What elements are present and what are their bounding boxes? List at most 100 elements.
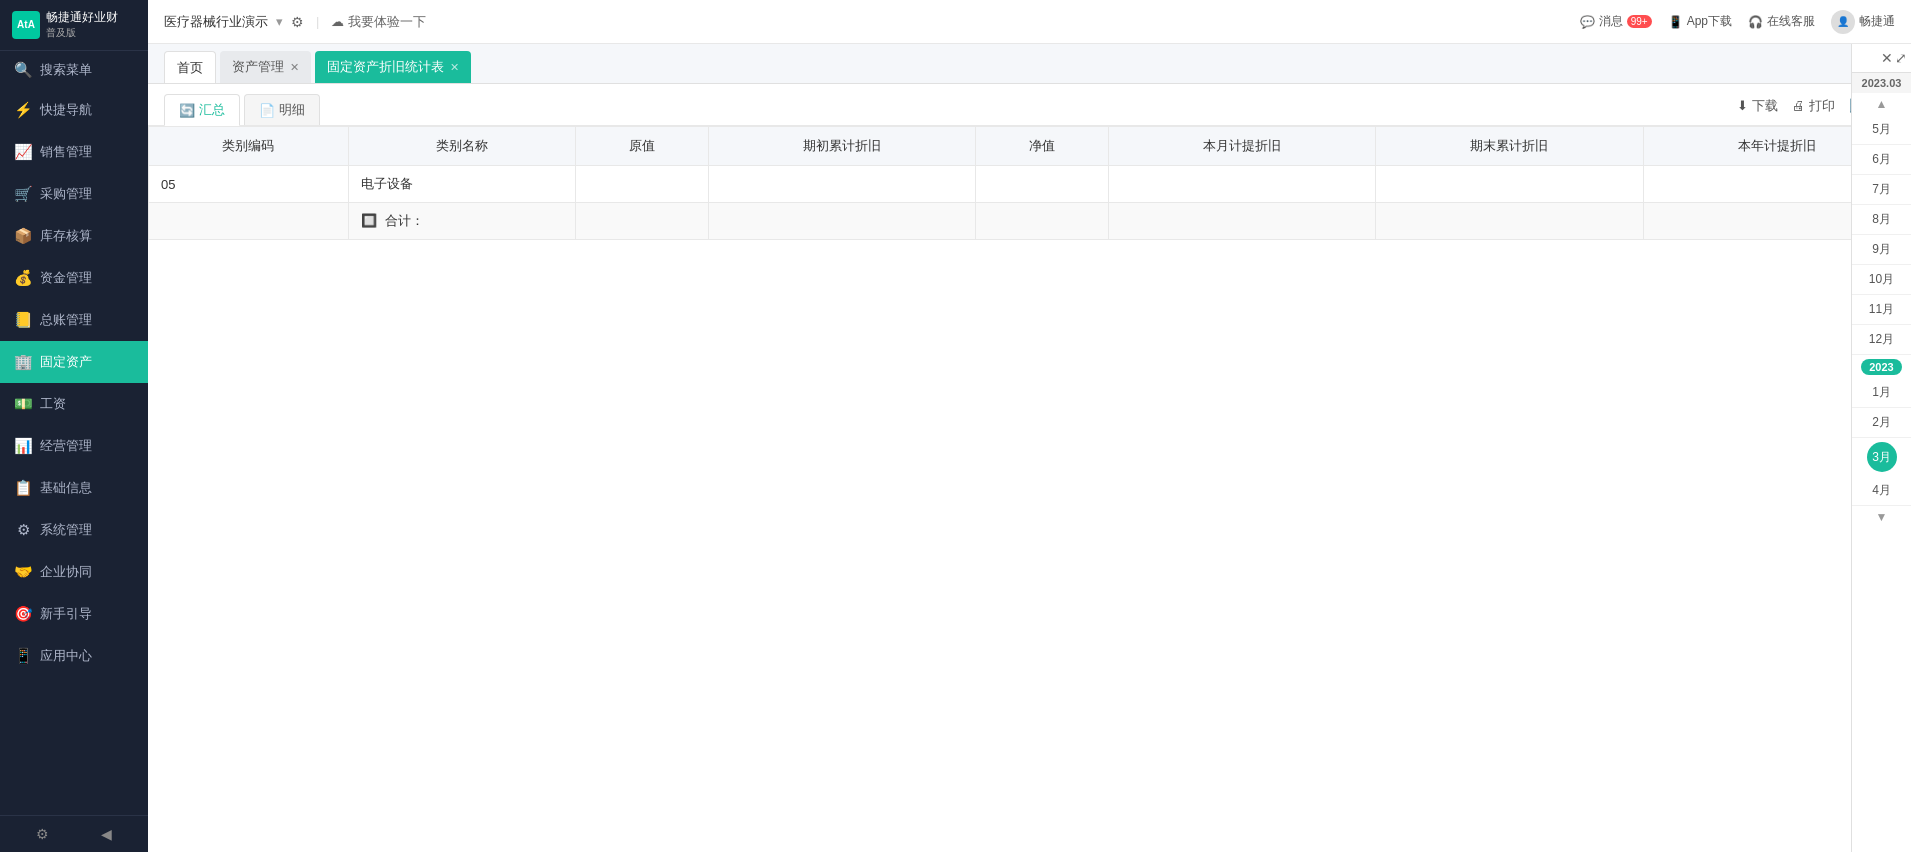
total-empty — [149, 203, 349, 240]
sidebar-item-search[interactable]: 🔍 搜索菜单 — [0, 51, 148, 89]
sidebar-item-label: 应用中心 — [40, 647, 92, 665]
sub-tab-summary[interactable]: 🔄 汇总 — [164, 94, 240, 126]
sidebar-item-guide[interactable]: 🎯 新手引导 — [0, 593, 148, 635]
tab-asset-mgmt-label: 资产管理 — [232, 58, 284, 76]
sub-tab-detail[interactable]: 📄 明细 — [244, 94, 320, 125]
sidebar-item-finance[interactable]: 💰 资金管理 — [0, 257, 148, 299]
company-dropdown-icon[interactable]: ▾ — [276, 14, 283, 29]
date-month-5[interactable]: 5月 — [1852, 115, 1911, 145]
tab-depreciation-close[interactable]: ✕ — [450, 61, 459, 74]
tab-home[interactable]: 首页 — [164, 51, 216, 83]
sidebar-item-ledger[interactable]: 📒 总账管理 — [0, 299, 148, 341]
system-icon: ⚙ — [14, 521, 32, 539]
message-icon: 💬 — [1580, 15, 1595, 29]
sidebar-item-label: 采购管理 — [40, 185, 92, 203]
date-month-2[interactable]: 2月 — [1852, 408, 1911, 438]
date-month-8[interactable]: 8月 — [1852, 205, 1911, 235]
date-month-6[interactable]: 6月 — [1852, 145, 1911, 175]
sidebar-item-basicinfo[interactable]: 📋 基础信息 — [0, 467, 148, 509]
date-month-12[interactable]: 12月 — [1852, 325, 1911, 355]
header-left: 医疗器械行业演示 ▾ ⚙ | ☁ 我要体验一下 — [164, 13, 426, 31]
cell-initial-dep — [708, 166, 975, 203]
col-header-ending-dep: 期末累计折旧 — [1376, 127, 1643, 166]
header-settings-button[interactable]: ⚙ — [291, 14, 304, 30]
message-button[interactable]: 💬 消息 99+ — [1580, 13, 1652, 30]
operations-icon: 📊 — [14, 437, 32, 455]
table-container: 类别编码 类别名称 原值 期初累计折旧 净值 本月计提折旧 期末累计折旧 本年计… — [148, 126, 1911, 852]
basicinfo-icon: 📋 — [14, 479, 32, 497]
sidebar-item-salary[interactable]: 💵 工资 — [0, 383, 148, 425]
date-panel: ✕ ⤢ 2023.03 ▲ 5月 6月 7月 8月 9月 10月 11月 12月… — [1851, 44, 1911, 852]
date-month-10[interactable]: 10月 — [1852, 265, 1911, 295]
date-month-11[interactable]: 11月 — [1852, 295, 1911, 325]
top-header: 医疗器械行业演示 ▾ ⚙ | ☁ 我要体验一下 💬 消息 99+ 📱 App下载… — [148, 0, 1911, 44]
summary-icon: 🔄 — [179, 103, 195, 118]
col-header-original: 原值 — [576, 127, 708, 166]
date-month-4[interactable]: 4月 — [1852, 476, 1911, 506]
tab-asset-mgmt-close[interactable]: ✕ — [290, 61, 299, 74]
finance-icon: 💰 — [14, 269, 32, 287]
col-header-initial-dep: 期初累计折旧 — [708, 127, 975, 166]
message-label: 消息 — [1599, 13, 1623, 30]
tab-asset-mgmt[interactable]: 资产管理 ✕ — [220, 51, 311, 83]
sidebar-item-sales[interactable]: 📈 销售管理 — [0, 131, 148, 173]
user-avatar: 👤 — [1831, 10, 1855, 34]
date-panel-header: ✕ ⤢ — [1852, 44, 1911, 73]
sidebar-footer: ⚙ ◀ — [0, 815, 148, 852]
sidebar-item-operations[interactable]: 📊 经营管理 — [0, 425, 148, 467]
cloud-icon: ☁ — [331, 14, 344, 29]
date-month-1[interactable]: 1月 — [1852, 378, 1911, 408]
divider: | — [316, 14, 319, 29]
sub-tab-summary-label: 汇总 — [199, 101, 225, 119]
sidebar-item-fixedasset[interactable]: 🏢 固定资产 — [0, 341, 148, 383]
sidebar-item-inventory[interactable]: 📦 库存核算 — [0, 215, 148, 257]
date-month-3-active[interactable]: 3月 — [1867, 442, 1897, 472]
appcenter-icon: 📱 — [14, 647, 32, 665]
total-ending-dep — [1376, 203, 1643, 240]
total-initial-dep — [708, 203, 975, 240]
sidebar-item-purchase[interactable]: 🛒 采购管理 — [0, 173, 148, 215]
sidebar-item-enterprise[interactable]: 🤝 企业协同 — [0, 551, 148, 593]
sidebar-item-appcenter[interactable]: 📱 应用中心 — [0, 635, 148, 677]
scroll-up-button[interactable]: ▲ — [1852, 93, 1911, 115]
collapse-button[interactable]: ◀ — [101, 826, 112, 842]
tab-bar: 首页 资产管理 ✕ 固定资产折旧统计表 ✕ — [148, 44, 1911, 84]
experience-button[interactable]: ☁ 我要体验一下 — [331, 13, 426, 31]
scroll-down-button[interactable]: ▼ — [1852, 506, 1911, 528]
sidebar-item-label: 新手引导 — [40, 605, 92, 623]
print-button[interactable]: 🖨 打印 — [1792, 97, 1835, 115]
purchase-icon: 🛒 — [14, 185, 32, 203]
sidebar-item-system[interactable]: ⚙ 系统管理 — [0, 509, 148, 551]
sidebar-item-label: 企业协同 — [40, 563, 92, 581]
enterprise-icon: 🤝 — [14, 563, 32, 581]
sidebar: AtA 畅捷通好业财 普及版 🔍 搜索菜单 ⚡ 快捷导航 📈 销售管理 🛒 采购… — [0, 0, 148, 852]
settings-button[interactable]: ⚙ — [36, 826, 49, 842]
date-panel-months: 2023.03 ▲ 5月 6月 7月 8月 9月 10月 11月 12月 202… — [1852, 73, 1911, 852]
app-version: 普及版 — [46, 26, 118, 40]
cell-net — [976, 166, 1108, 203]
user-menu[interactable]: 👤 畅捷通 — [1831, 10, 1895, 34]
inventory-icon: 📦 — [14, 227, 32, 245]
download-button[interactable]: 📱 App下载 — [1668, 13, 1732, 30]
date-month-7[interactable]: 7月 — [1852, 175, 1911, 205]
download-arrow-icon: ⬇ — [1737, 98, 1748, 113]
download-label: 下载 — [1752, 97, 1778, 115]
detail-icon: 📄 — [259, 103, 275, 118]
sub-tabs: 🔄 汇总 📄 明细 ⬇ 下载 🖨 打印 🔄 — [148, 84, 1911, 126]
sidebar-item-label: 经营管理 — [40, 437, 92, 455]
tab-depreciation[interactable]: 固定资产折旧统计表 ✕ — [315, 51, 471, 83]
download-button[interactable]: ⬇ 下载 — [1737, 97, 1778, 115]
app-logo: AtA 畅捷通好业财 普及版 — [0, 0, 148, 51]
service-button[interactable]: 🎧 在线客服 — [1748, 13, 1815, 30]
cell-ending-dep — [1376, 166, 1643, 203]
date-panel-expand-button[interactable]: ⤢ — [1895, 50, 1907, 66]
date-month-9[interactable]: 9月 — [1852, 235, 1911, 265]
sidebar-item-label: 工资 — [40, 395, 66, 413]
download-icon: 📱 — [1668, 15, 1683, 29]
date-panel-close-button[interactable]: ✕ — [1881, 50, 1893, 66]
sidebar-item-quicknav[interactable]: ⚡ 快捷导航 — [0, 89, 148, 131]
sidebar-item-label: 快捷导航 — [40, 101, 92, 119]
col-header-net: 净值 — [976, 127, 1108, 166]
date-year-header: 2023.03 — [1852, 73, 1911, 93]
col-header-name: 类别名称 — [348, 127, 576, 166]
